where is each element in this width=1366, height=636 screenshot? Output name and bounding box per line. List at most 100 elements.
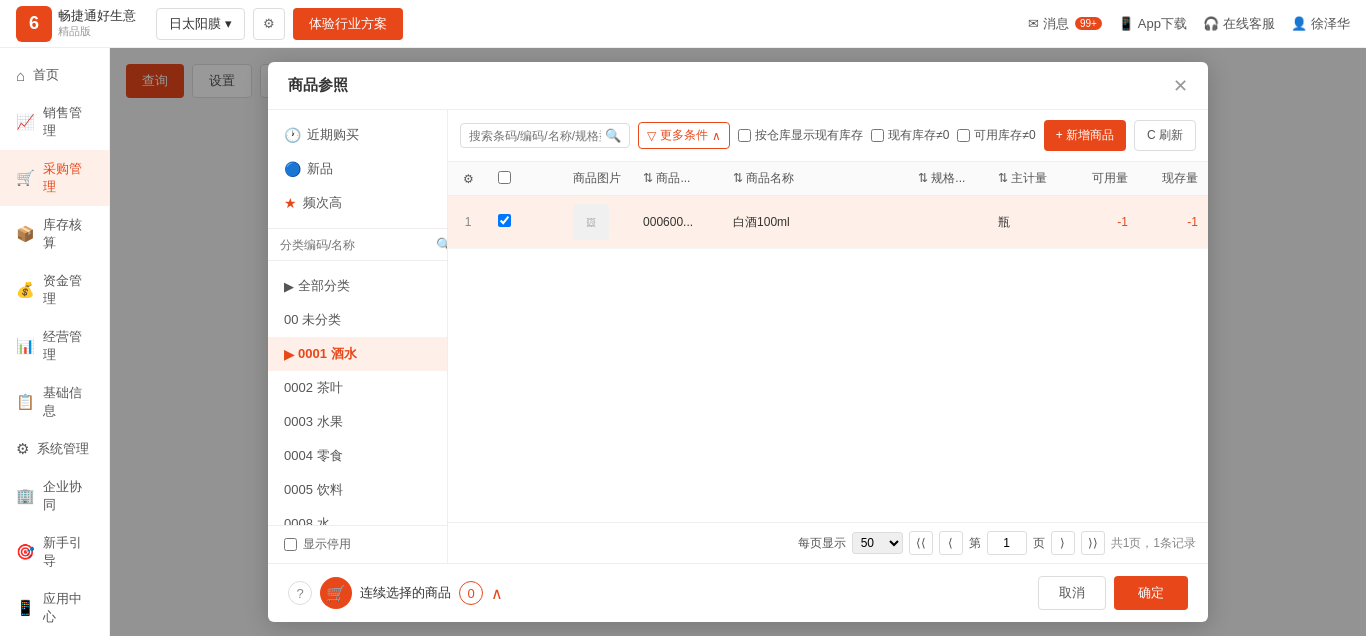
settings-gear-button[interactable]: ⚙ xyxy=(253,8,285,40)
cart-label: 连续选择的商品 xyxy=(360,584,451,602)
frequent-tab[interactable]: ★ 频次高 xyxy=(268,186,447,220)
finance-icon: 💰 xyxy=(16,281,35,299)
recent-purchase-tab[interactable]: 🕐 近期购买 xyxy=(268,118,447,152)
category-search-input[interactable] xyxy=(280,238,430,252)
category-item-water[interactable]: 0008 水 xyxy=(268,507,447,525)
modal-overlay: 商品参照 ✕ 🕐 近期购买 🔵 xyxy=(110,48,1366,636)
row-name-cell: 白酒100ml xyxy=(723,196,908,249)
refresh-button[interactable]: C 刷新 xyxy=(1134,120,1196,151)
category-item-beverage[interactable]: 0005 饮料 xyxy=(268,473,447,507)
company-name: 日太阳膜 xyxy=(169,15,221,33)
col-name-label: 商品名称 xyxy=(746,171,794,185)
sidebar-item-system[interactable]: ⚙ 系统管理 xyxy=(0,430,109,468)
sidebar-item-sales[interactable]: 📈 销售管理 xyxy=(0,94,109,150)
page-size-select[interactable]: 50 20 100 xyxy=(852,532,903,554)
gear-settings-icon[interactable]: ⚙ xyxy=(463,172,474,186)
sidebar-item-home[interactable]: ⌂ 首页 xyxy=(0,56,109,94)
category-item-all[interactable]: ▶ 全部分类 xyxy=(268,269,447,303)
confirm-button[interactable]: 确定 xyxy=(1114,576,1188,610)
stock-checkbox[interactable] xyxy=(871,129,884,142)
category-item-tea[interactable]: 0002 茶叶 xyxy=(268,371,447,405)
first-page-button[interactable]: ⟨⟨ xyxy=(909,531,933,555)
product-search-input[interactable] xyxy=(469,129,601,143)
stock-filter[interactable]: 现有库存≠0 xyxy=(871,127,949,144)
category-item-liquor[interactable]: ▶ 0001 酒水 xyxy=(268,337,447,371)
sidebar-item-enterprise[interactable]: 🏢 企业协同 xyxy=(0,468,109,524)
col-spec[interactable]: ⇅ 规格... xyxy=(908,162,988,196)
user-menu[interactable]: 👤 徐泽华 xyxy=(1291,15,1350,33)
trial-button[interactable]: 体验行业方案 xyxy=(293,8,403,40)
col-img[interactable]: 商品图片 xyxy=(563,162,633,196)
category-search-icon[interactable]: 🔍 xyxy=(436,237,448,252)
page-number-input[interactable] xyxy=(987,531,1027,555)
sidebar-item-operation[interactable]: 📊 经营管理 xyxy=(0,318,109,374)
row-checkbox[interactable] xyxy=(498,214,511,227)
search-icon[interactable]: 🔍 xyxy=(605,128,621,143)
sidebar-item-app[interactable]: 📱 应用中心 xyxy=(0,580,109,636)
help-button[interactable]: ? xyxy=(288,581,312,605)
gear-icon: ⚙ xyxy=(263,16,275,31)
avail-checkbox[interactable] xyxy=(957,129,970,142)
category-item-fruit[interactable]: 0003 水果 xyxy=(268,405,447,439)
select-all-checkbox[interactable] xyxy=(498,171,511,184)
sidebar-item-inventory[interactable]: 📦 库存核算 xyxy=(0,206,109,262)
row-checkbox-cell[interactable] xyxy=(488,196,563,249)
sidebar-item-label: 经营管理 xyxy=(43,328,93,364)
show-disabled-toggle[interactable]: 显示停用 xyxy=(284,536,431,553)
product-thumbnail: 🖼 xyxy=(573,204,609,240)
content-toolbar: 🔍 ▽ 更多条件 ∧ 按仓库显示现有库存 xyxy=(448,110,1208,162)
online-service-button[interactable]: 🎧 在线客服 xyxy=(1203,15,1275,33)
product-search-box[interactable]: 🔍 xyxy=(460,123,630,148)
company-dropdown[interactable]: 日太阳膜 ▾ xyxy=(156,8,245,40)
col-code-label: 商品... xyxy=(656,171,690,185)
warehouse-checkbox[interactable] xyxy=(738,129,751,142)
total-info: 共1页，1条记录 xyxy=(1111,535,1196,552)
col-avail[interactable]: 可用量 xyxy=(1058,162,1138,196)
new-product-tab[interactable]: 🔵 新品 xyxy=(268,152,447,186)
sidebar-item-finance[interactable]: 💰 资金管理 xyxy=(0,262,109,318)
col-name[interactable]: ⇅ 商品名称 xyxy=(723,162,908,196)
dropdown-arrow-icon: ▾ xyxy=(225,16,232,31)
sidebar-item-label: 采购管理 xyxy=(43,160,93,196)
app-download-button[interactable]: 📱 App下载 xyxy=(1118,15,1187,33)
avail-filter[interactable]: 可用库存≠0 xyxy=(957,127,1035,144)
sidebar-item-purchase[interactable]: 🛒 采购管理 xyxy=(0,150,109,206)
cart-collapse-button[interactable]: ∧ xyxy=(491,584,503,603)
category-list: ▶ 全部分类 00 未分类 ▶ 0001 酒水 0002 茶 xyxy=(268,261,447,525)
operation-icon: 📊 xyxy=(16,337,35,355)
warehouse-filter[interactable]: 按仓库显示现有库存 xyxy=(738,127,863,144)
product-table-container: ⚙ 商品图片 xyxy=(448,162,1208,522)
username: 徐泽华 xyxy=(1311,15,1350,33)
col-unit[interactable]: ⇅ 主计量 xyxy=(988,162,1058,196)
next-page-button[interactable]: ⟩ xyxy=(1051,531,1075,555)
last-page-button[interactable]: ⟩⟩ xyxy=(1081,531,1105,555)
category-label: 00 未分类 xyxy=(284,311,341,329)
row-stock-cell: -1 xyxy=(1138,196,1208,249)
sidebar-item-basic[interactable]: 📋 基础信息 xyxy=(0,374,109,430)
table-row[interactable]: 1 🖼 xyxy=(448,196,1208,249)
sort-icon: ⇅ xyxy=(918,171,928,185)
prev-page-button[interactable]: ⟨ xyxy=(939,531,963,555)
logo-area: 6 畅捷通好生意 精品版 xyxy=(16,6,136,42)
category-item-uncategorized[interactable]: 00 未分类 xyxy=(268,303,447,337)
col-code[interactable]: ⇅ 商品... xyxy=(633,162,723,196)
sidebar-item-label: 基础信息 xyxy=(43,384,93,420)
enterprise-icon: 🏢 xyxy=(16,487,35,505)
messages-button[interactable]: ✉ 消息 99+ xyxy=(1028,15,1102,33)
category-label: 0003 水果 xyxy=(284,413,343,431)
category-search: 🔍 xyxy=(268,229,447,261)
sort-icon: ⇅ xyxy=(643,171,653,185)
row-number: 1 xyxy=(448,196,488,249)
filter-more-button[interactable]: ▽ 更多条件 ∧ xyxy=(638,122,730,149)
frequent-tab-label: 频次高 xyxy=(303,194,342,212)
modal-close-button[interactable]: ✕ xyxy=(1173,77,1188,95)
purchase-icon: 🛒 xyxy=(16,169,35,187)
add-product-button[interactable]: + 新增商品 xyxy=(1044,120,1126,151)
sidebar-item-guide[interactable]: 🎯 新手引导 xyxy=(0,524,109,580)
category-item-snack[interactable]: 0004 零食 xyxy=(268,439,447,473)
warehouse-label: 按仓库显示现有库存 xyxy=(755,127,863,144)
cancel-button[interactable]: 取消 xyxy=(1038,576,1106,610)
show-disabled-checkbox[interactable] xyxy=(284,538,297,551)
col-stock-label: 现存量 xyxy=(1162,171,1198,185)
col-stock[interactable]: 现存量 xyxy=(1138,162,1208,196)
